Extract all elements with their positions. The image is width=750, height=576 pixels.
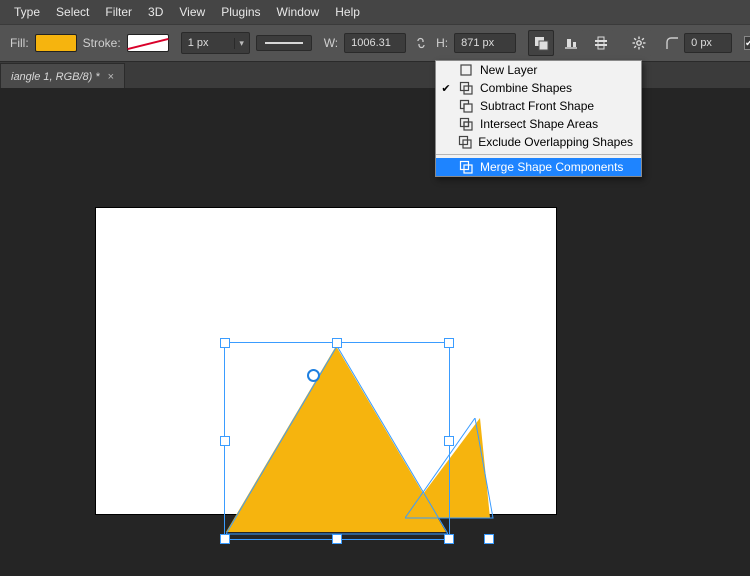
menu-item-label: Subtract Front Shape <box>480 99 633 113</box>
menu-item-new-layer[interactable]: New Layer <box>436 61 641 79</box>
menu-item-merge-shape-components[interactable]: Merge Shape Components <box>436 158 641 176</box>
width-label: W: <box>324 36 338 50</box>
menu-item-exclude[interactable]: Exclude Overlapping Shapes <box>436 133 641 151</box>
height-label: H: <box>436 36 448 50</box>
menu-item-intersect[interactable]: Intersect Shape Areas <box>436 115 641 133</box>
menu-select[interactable]: Select <box>48 0 97 24</box>
stroke-swatch[interactable] <box>127 34 169 52</box>
menu-check-col: ✔ <box>440 82 452 95</box>
menu-item-label: Combine Shapes <box>480 81 633 95</box>
menu-divider <box>436 154 641 155</box>
document-tab-title: iangle 1, RGB/8) * <box>11 71 100 83</box>
transform-handle-n[interactable] <box>332 338 342 348</box>
subtract-icon <box>458 98 474 114</box>
height-input[interactable]: 871 px <box>454 33 516 53</box>
transform-handle-extra[interactable] <box>484 534 494 544</box>
stroke-label: Stroke: <box>83 36 121 50</box>
menu-item-label: Exclude Overlapping Shapes <box>478 135 633 149</box>
menu-item-label: New Layer <box>480 63 633 77</box>
transform-handle-ne[interactable] <box>444 338 454 348</box>
corner-radius-input[interactable]: 0 px <box>684 33 732 53</box>
stroke-width-combo[interactable]: 1 px ▾ <box>181 32 250 54</box>
transform-handle-e[interactable] <box>444 436 454 446</box>
menu-help[interactable]: Help <box>327 0 368 24</box>
transform-handle-se[interactable] <box>444 534 454 544</box>
transform-handle-s[interactable] <box>332 534 342 544</box>
path-arrangement-button[interactable] <box>588 30 614 56</box>
width-value: 1006.31 <box>351 37 391 49</box>
menu-type[interactable]: Type <box>6 0 48 24</box>
app-menu-bar: Type Select Filter 3D View Plugins Windo… <box>0 0 750 24</box>
align-edges-toggle[interactable]: ✔ Align Edges <box>744 29 750 57</box>
menu-window[interactable]: Window <box>269 0 328 24</box>
menu-item-combine-shapes[interactable]: ✔ Combine Shapes <box>436 79 641 97</box>
transform-handle-sw[interactable] <box>220 534 230 544</box>
menu-plugins[interactable]: Plugins <box>213 0 268 24</box>
menu-item-label: Intersect Shape Areas <box>480 117 633 131</box>
path-operations-menu: New Layer ✔ Combine Shapes Subtract Fron… <box>435 60 642 177</box>
corner-radius-value: 0 px <box>691 37 712 49</box>
exclude-icon <box>457 134 472 150</box>
combine-icon <box>458 80 474 96</box>
document-tab[interactable]: iangle 1, RGB/8) * × <box>0 63 125 90</box>
newlayer-icon <box>458 62 474 78</box>
corner-radius-control[interactable]: 0 px <box>664 33 732 53</box>
menu-filter[interactable]: Filter <box>97 0 140 24</box>
menu-3d[interactable]: 3D <box>140 0 171 24</box>
gear-icon[interactable] <box>626 30 652 56</box>
stroke-style-combo[interactable] <box>256 35 312 51</box>
path-alignment-button[interactable] <box>558 30 584 56</box>
menu-view[interactable]: View <box>171 0 213 24</box>
chevron-down-icon: ▾ <box>234 38 249 49</box>
intersect-icon <box>458 116 474 132</box>
close-icon[interactable]: × <box>108 71 114 83</box>
fill-label: Fill: <box>10 36 29 50</box>
options-bar: Fill: Stroke: 1 px ▾ W: 1006.31 H: 871 p… <box>0 24 750 62</box>
path-operations-button[interactable] <box>528 30 554 56</box>
stroke-width-value: 1 px <box>182 37 234 49</box>
stroke-preview-line <box>265 42 303 44</box>
menu-item-subtract[interactable]: Subtract Front Shape <box>436 97 641 115</box>
corner-radius-icon <box>664 35 680 51</box>
selection-bounding-box[interactable] <box>224 342 450 540</box>
width-input[interactable]: 1006.31 <box>344 33 406 53</box>
path-anchor-point[interactable] <box>307 369 320 382</box>
merge-icon <box>458 159 474 175</box>
menu-item-label: Merge Shape Components <box>480 160 633 174</box>
fill-swatch[interactable] <box>35 34 77 52</box>
transform-handle-nw[interactable] <box>220 338 230 348</box>
link-dimensions-icon[interactable] <box>412 34 430 52</box>
height-value: 871 px <box>461 37 494 49</box>
align-edges-checkbox[interactable]: ✔ <box>744 36 750 50</box>
transform-handle-w[interactable] <box>220 436 230 446</box>
